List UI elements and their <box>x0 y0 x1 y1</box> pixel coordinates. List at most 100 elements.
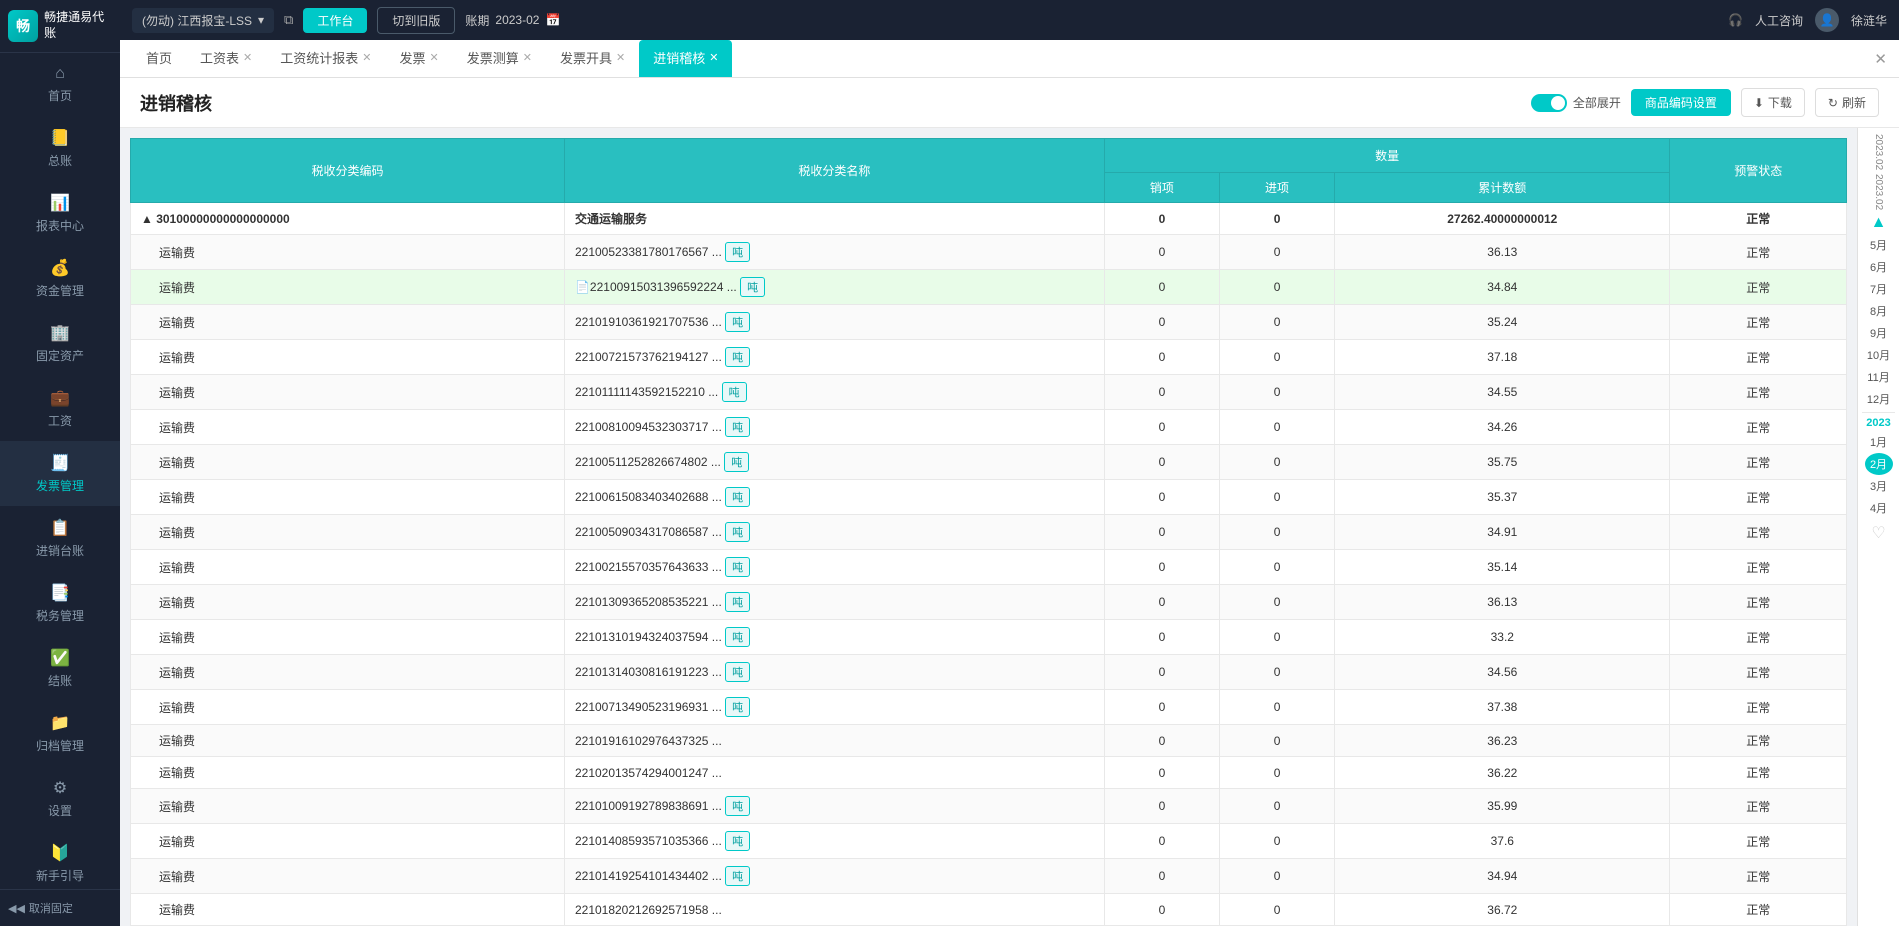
row-purchase: 0 <box>1220 305 1335 340</box>
month-6[interactable]: 6月 <box>1858 256 1899 278</box>
table-row[interactable]: ▲ 30100000000000000000 交通运输服务 0 0 27262.… <box>131 203 1847 235</box>
sidebar-item-settings[interactable]: ⚙ 设置 <box>0 766 120 831</box>
unit-tag: 吨 <box>725 487 750 507</box>
table-row[interactable]: 运输费 22100810094532303717 ... 吨 0 0 34.26… <box>131 410 1847 445</box>
table-row[interactable]: 运输费 22101310194324037594 ... 吨 0 0 33.2 … <box>131 620 1847 655</box>
table-row[interactable]: 运输费 22101820212692571958 ... 0 0 36.72 正… <box>131 894 1847 926</box>
copy-icon[interactable]: ⧉ <box>284 12 293 28</box>
sidebar-item-capital[interactable]: 💰 资金管理 <box>0 246 120 311</box>
month-8[interactable]: 8月 <box>1858 300 1899 322</box>
table-row[interactable]: 运输费 22101314030816191223 ... 吨 0 0 34.56… <box>131 655 1847 690</box>
month-4[interactable]: 4月 <box>1858 497 1899 519</box>
row-sales: 0 <box>1104 305 1219 340</box>
tab-invoice-calc-close[interactable]: ✕ <box>523 51 532 64</box>
table-row[interactable]: 运输费 📄22100915031396592224 ... 吨 0 0 34.8… <box>131 270 1847 305</box>
row-sales: 0 <box>1104 620 1219 655</box>
sidebar-item-label: 固定资产 <box>36 347 84 364</box>
scroll-up-button[interactable]: ▲ <box>1869 212 1889 234</box>
tab-invoice-open-close[interactable]: ✕ <box>616 51 625 64</box>
table-row[interactable]: 运输费 22100511252826674802 ... 吨 0 0 35.75… <box>131 445 1847 480</box>
row-status: 正常 <box>1670 270 1847 305</box>
row-purchase: 0 <box>1220 894 1335 926</box>
sidebar-item-payroll[interactable]: 💼 工资 <box>0 376 120 441</box>
unit-tag: 吨 <box>725 627 750 647</box>
toggle-switch[interactable] <box>1531 94 1567 112</box>
month-9[interactable]: 9月 <box>1858 322 1899 344</box>
table-row[interactable]: 运输费 22101408593571035366 ... 吨 0 0 37.6 … <box>131 824 1847 859</box>
logo-icon: 畅 <box>8 10 38 42</box>
close-all-button[interactable]: ✕ <box>1874 50 1887 68</box>
table-row[interactable]: 运输费 22100615083403402688 ... 吨 0 0 35.37… <box>131 480 1847 515</box>
sidebar-footer[interactable]: ◀◀ 取消固定 <box>0 889 120 926</box>
expand-toggle[interactable]: 全部展开 <box>1531 94 1621 112</box>
sidebar-item-settle[interactable]: ✅ 结账 <box>0 636 120 701</box>
table-row[interactable]: 运输费 22100215570357643633 ... 吨 0 0 35.14… <box>131 550 1847 585</box>
year-label-top-1: 2023.02 <box>1871 132 1886 172</box>
sidebar-item-home[interactable]: ⌂ 首页 <box>0 53 120 116</box>
row-total: 35.24 <box>1335 305 1670 340</box>
tab-payroll-stats-close[interactable]: ✕ <box>362 51 371 64</box>
row-sales: 0 <box>1104 690 1219 725</box>
tab-invoice-calc[interactable]: 发票测算 ✕ <box>453 40 546 77</box>
month-2-active[interactable]: 2月 <box>1865 453 1893 475</box>
table-row[interactable]: 运输费 22101009192789838691 ... 吨 0 0 35.99… <box>131 789 1847 824</box>
right-panel: 2023.02 2023.02 ▲ 5月 6月 7月 8月 9月 10月 11月… <box>1857 128 1899 926</box>
row-sales: 0 <box>1104 824 1219 859</box>
chevron-down-icon: ▾ <box>258 13 264 27</box>
tab-payroll-stats[interactable]: 工资统计报表 ✕ <box>266 40 385 77</box>
workspace-button[interactable]: 工作台 <box>303 8 367 33</box>
tab-reconcile[interactable]: 进销稽核 ✕ <box>639 40 732 77</box>
download-button[interactable]: ⬇ 下载 <box>1741 88 1805 117</box>
month-11[interactable]: 11月 <box>1858 366 1899 388</box>
table-row[interactable]: 运输费 22102013574294001247 ... 0 0 36.22 正… <box>131 757 1847 789</box>
row-sales: 0 <box>1104 515 1219 550</box>
settings-button[interactable]: 商品编码设置 <box>1631 89 1731 116</box>
page-header: 进销稽核 全部展开 商品编码设置 ⬇ 下载 ↻ 刷新 <box>120 78 1899 128</box>
table-row[interactable]: 运输费 22100721573762194127 ... 吨 0 0 37.18… <box>131 340 1847 375</box>
row-total: 34.94 <box>1335 859 1670 894</box>
row-code: 运输费 <box>131 690 565 725</box>
tab-invoice[interactable]: 发票 ✕ <box>385 40 452 77</box>
sidebar-item-invoice[interactable]: 🧾 发票管理 <box>0 441 120 506</box>
row-purchase: 0 <box>1220 824 1335 859</box>
switch-version-button[interactable]: 切到旧版 <box>377 7 455 34</box>
col-header-purchase: 进项 <box>1220 173 1335 203</box>
tab-invoice-open[interactable]: 发票开具 ✕ <box>546 40 639 77</box>
tab-invoice-close[interactable]: ✕ <box>430 51 439 64</box>
month-12[interactable]: 12月 <box>1858 388 1899 410</box>
refresh-button[interactable]: ↻ 刷新 <box>1815 88 1879 117</box>
page-header-actions: 全部展开 商品编码设置 ⬇ 下载 ↻ 刷新 <box>1531 88 1879 117</box>
table-row[interactable]: 运输费 22101309365208535221 ... 吨 0 0 36.13… <box>131 585 1847 620</box>
sidebar-item-guide[interactable]: 🔰 新手引导 <box>0 831 120 889</box>
tab-payroll[interactable]: 工资表 ✕ <box>186 40 266 77</box>
table-row[interactable]: 运输费 22101111143592152210 ... 吨 0 0 34.55… <box>131 375 1847 410</box>
sidebar-item-fixed[interactable]: 🏢 固定资产 <box>0 311 120 376</box>
sidebar-item-archive[interactable]: 📁 归档管理 <box>0 701 120 766</box>
sidebar-item-ledger[interactable]: 📒 总账 <box>0 116 120 181</box>
month-1[interactable]: 1月 <box>1858 431 1899 453</box>
user-name[interactable]: 徐涟华 <box>1851 12 1887 29</box>
tab-home[interactable]: 首页 <box>132 40 186 77</box>
table-row[interactable]: 运输费 22100509034317086587 ... 吨 0 0 34.91… <box>131 515 1847 550</box>
tab-reconcile-close[interactable]: ✕ <box>709 51 718 64</box>
tab-payroll-close[interactable]: ✕ <box>243 51 252 64</box>
calendar-icon[interactable]: 📅 <box>545 13 560 27</box>
purchase-icon: 📋 <box>50 518 70 538</box>
company-selector[interactable]: (勿动) 江西报宝-LSS ▾ <box>132 8 274 33</box>
month-5[interactable]: 5月 <box>1858 234 1899 256</box>
table-row[interactable]: 运输费 22100713490523196931 ... 吨 0 0 37.38… <box>131 690 1847 725</box>
capital-icon: 💰 <box>50 258 70 278</box>
table-row[interactable]: 运输费 22101419254101434402 ... 吨 0 0 34.94… <box>131 859 1847 894</box>
sidebar-item-label: 首页 <box>48 87 72 104</box>
sidebar-item-tax[interactable]: 📑 税务管理 <box>0 571 120 636</box>
support-label[interactable]: 人工咨询 <box>1755 12 1803 29</box>
month-3[interactable]: 3月 <box>1858 475 1899 497</box>
row-total: 37.6 <box>1335 824 1670 859</box>
table-row[interactable]: 运输费 22101910361921707536 ... 吨 0 0 35.24… <box>131 305 1847 340</box>
sidebar-item-reports[interactable]: 📊 报表中心 <box>0 181 120 246</box>
month-10[interactable]: 10月 <box>1858 344 1899 366</box>
month-7[interactable]: 7月 <box>1858 278 1899 300</box>
sidebar-item-purchase[interactable]: 📋 进销台账 <box>0 506 120 571</box>
table-row[interactable]: 运输费 22101916102976437325 ... 0 0 36.23 正… <box>131 725 1847 757</box>
table-row[interactable]: 运输费 22100523381780176567 ... 吨 0 0 36.13… <box>131 235 1847 270</box>
